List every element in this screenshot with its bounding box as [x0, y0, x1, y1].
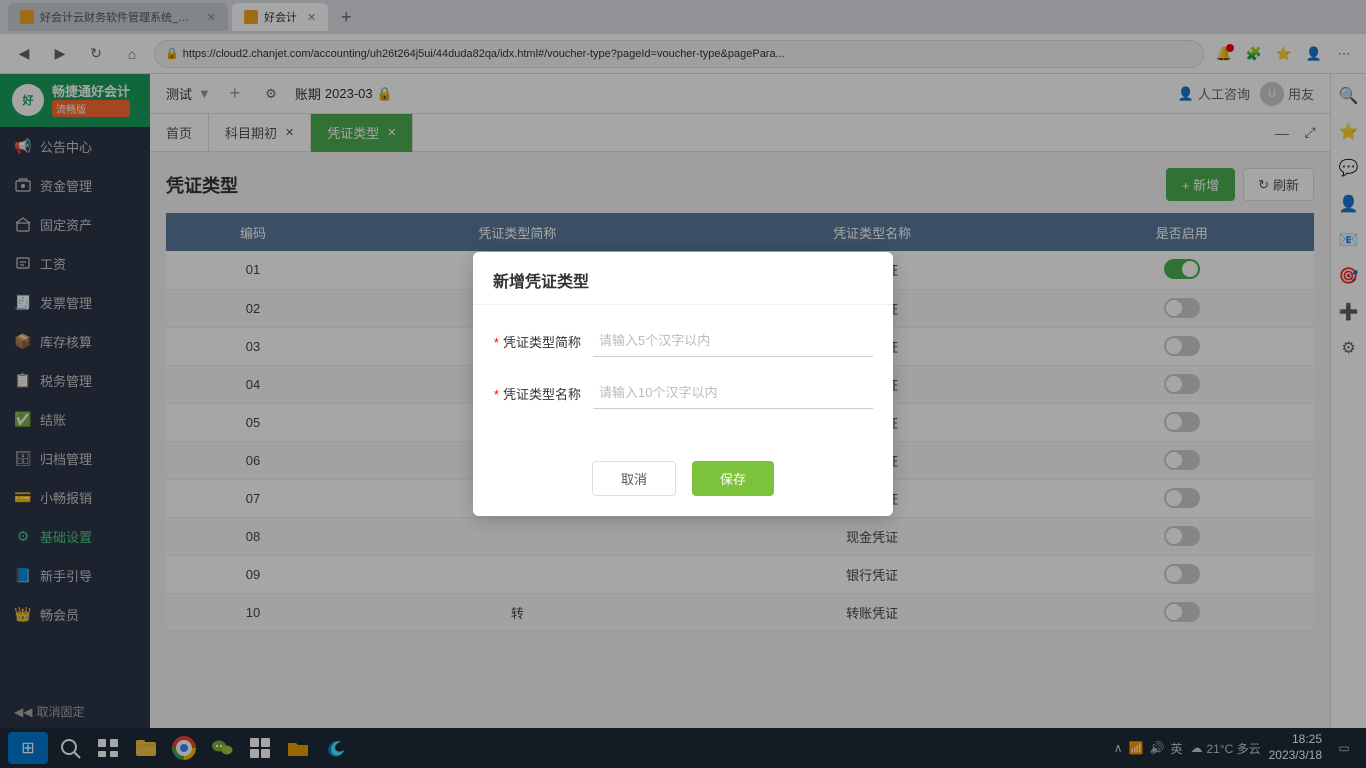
- abbr-required-mark: *: [494, 335, 499, 350]
- cancel-button[interactable]: 取消: [592, 461, 676, 496]
- name-form-row: * 凭证类型名称: [493, 377, 873, 409]
- name-required-mark: *: [494, 387, 499, 402]
- modal-footer: 取消 保存: [473, 449, 893, 516]
- abbr-form-row: * 凭证类型简称: [493, 325, 873, 357]
- modal-overlay: 新增凭证类型 * 凭证类型简称 * 凭证类型名称 取消 保存: [0, 0, 1366, 768]
- abbr-label: * 凭证类型简称: [493, 332, 593, 351]
- modal-title: 新增凭证类型: [493, 274, 589, 291]
- name-input[interactable]: [593, 377, 873, 409]
- name-label: * 凭证类型名称: [493, 384, 593, 403]
- add-voucher-type-modal: 新增凭证类型 * 凭证类型简称 * 凭证类型名称 取消 保存: [473, 252, 893, 516]
- modal-body: * 凭证类型简称 * 凭证类型名称: [473, 305, 893, 449]
- abbr-label-text: 凭证类型简称: [503, 335, 581, 350]
- abbr-input[interactable]: [593, 325, 873, 357]
- save-button[interactable]: 保存: [692, 461, 774, 496]
- modal-header: 新增凭证类型: [473, 252, 893, 305]
- name-label-text: 凭证类型名称: [503, 387, 581, 402]
